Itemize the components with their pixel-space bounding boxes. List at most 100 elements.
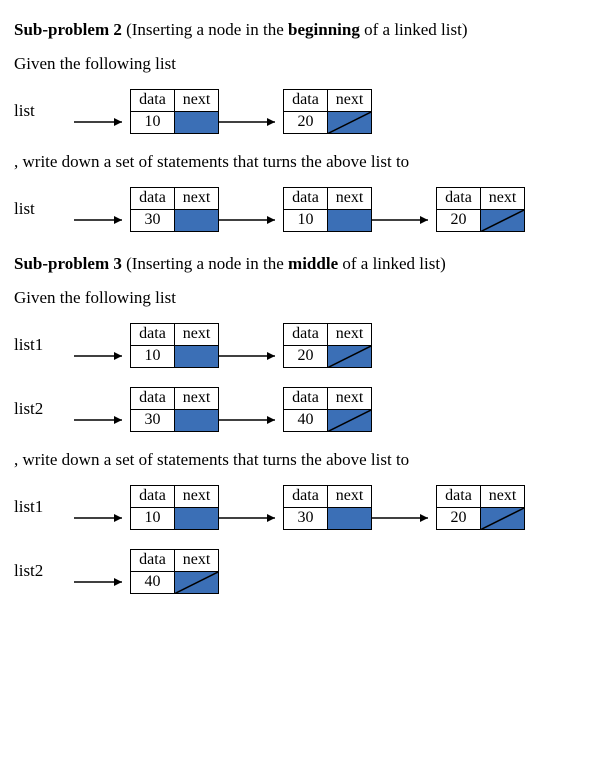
node-next-label: next bbox=[328, 89, 372, 111]
linked-list-node: datanext 10 bbox=[130, 323, 219, 368]
node-next-label: next bbox=[175, 187, 219, 209]
node-next-pointer bbox=[175, 409, 219, 431]
subproblem3-title-close: of a linked list) bbox=[338, 254, 446, 273]
subproblem3-transition: , write down a set of statements that tu… bbox=[14, 450, 579, 470]
node-data-label: data bbox=[284, 187, 328, 209]
linked-list-node: datanext 20 bbox=[436, 485, 525, 530]
linked-list-node: datanext 10 bbox=[283, 187, 372, 232]
node-data-value: 10 bbox=[131, 345, 175, 367]
arrow-icon bbox=[70, 548, 130, 594]
arrow-icon bbox=[70, 322, 130, 368]
node-data-label: data bbox=[284, 323, 328, 345]
node-next-label: next bbox=[175, 549, 219, 571]
linked-list-node: datanext 30 bbox=[130, 387, 219, 432]
subproblem3-title-prefix: Sub-problem 3 bbox=[14, 254, 122, 273]
node-next-label: next bbox=[328, 187, 372, 209]
linked-list-node: datanext 30 bbox=[283, 485, 372, 530]
node-data-value: 20 bbox=[284, 111, 328, 133]
node-data-value: 30 bbox=[284, 507, 328, 529]
node-data-value: 10 bbox=[131, 111, 175, 133]
node-next-null bbox=[328, 409, 372, 431]
node-next-label: next bbox=[328, 485, 372, 507]
node-data-label: data bbox=[437, 485, 481, 507]
node-data-label: data bbox=[131, 549, 175, 571]
sp2-before-diagram: list datanext 10 datanext 20 bbox=[14, 88, 579, 134]
node-next-pointer bbox=[175, 345, 219, 367]
node-next-label: next bbox=[328, 387, 372, 409]
sp3-after-list1-diagram: list1 datanext 10 datanext 30 datanext 2… bbox=[14, 484, 579, 530]
subproblem2-transition: , write down a set of statements that tu… bbox=[14, 152, 579, 172]
node-data-value: 10 bbox=[284, 209, 328, 231]
linked-list-node: datanext 20 bbox=[283, 89, 372, 134]
node-data-value: 20 bbox=[437, 507, 481, 529]
node-next-null bbox=[175, 571, 219, 593]
node-data-label: data bbox=[131, 387, 175, 409]
linked-list-node: datanext 20 bbox=[283, 323, 372, 368]
node-data-value: 20 bbox=[437, 209, 481, 231]
node-next-label: next bbox=[481, 485, 525, 507]
list-label: list1 bbox=[14, 335, 66, 355]
subproblem3-title-open: (Inserting a node in the bbox=[122, 254, 288, 273]
linked-list-node: datanext 30 bbox=[130, 187, 219, 232]
list-label: list bbox=[14, 101, 66, 121]
node-next-label: next bbox=[175, 89, 219, 111]
subproblem2-title-bold: beginning bbox=[288, 20, 360, 39]
subproblem2-title-close: of a linked list) bbox=[360, 20, 468, 39]
sp3-before-list1-diagram: list1 datanext 10 datanext 20 bbox=[14, 322, 579, 368]
node-next-null bbox=[328, 345, 372, 367]
arrow-icon bbox=[70, 88, 130, 134]
arrow-icon bbox=[70, 386, 130, 432]
subproblem2-title-prefix: Sub-problem 2 bbox=[14, 20, 122, 39]
arrow-icon bbox=[219, 322, 283, 368]
node-data-label: data bbox=[131, 89, 175, 111]
node-data-label: data bbox=[131, 485, 175, 507]
node-next-pointer bbox=[175, 111, 219, 133]
node-next-null bbox=[481, 209, 525, 231]
arrow-icon bbox=[70, 484, 130, 530]
arrow-icon bbox=[219, 386, 283, 432]
node-next-pointer bbox=[328, 507, 372, 529]
node-data-value: 10 bbox=[131, 507, 175, 529]
node-data-value: 30 bbox=[131, 209, 175, 231]
sp3-after-list2-diagram: list2 datanext 40 bbox=[14, 548, 579, 594]
node-data-label: data bbox=[437, 187, 481, 209]
node-next-label: next bbox=[481, 187, 525, 209]
arrow-icon bbox=[70, 186, 130, 232]
node-next-null bbox=[481, 507, 525, 529]
sp2-after-diagram: list datanext 30 datanext 10 datanext 20 bbox=[14, 186, 579, 232]
list-label: list2 bbox=[14, 399, 66, 419]
node-data-label: data bbox=[284, 89, 328, 111]
list-label: list2 bbox=[14, 561, 66, 581]
subproblem3-title-bold: middle bbox=[288, 254, 338, 273]
list-label: list bbox=[14, 199, 66, 219]
subproblem3-heading: Sub-problem 3 (Inserting a node in the m… bbox=[14, 254, 579, 274]
node-data-value: 20 bbox=[284, 345, 328, 367]
arrow-icon bbox=[219, 186, 283, 232]
node-data-value: 40 bbox=[131, 571, 175, 593]
node-next-null bbox=[328, 111, 372, 133]
node-data-value: 30 bbox=[131, 409, 175, 431]
linked-list-node: datanext 40 bbox=[130, 549, 219, 594]
arrow-icon bbox=[372, 484, 436, 530]
arrow-icon bbox=[219, 484, 283, 530]
list-label: list1 bbox=[14, 497, 66, 517]
node-next-pointer bbox=[175, 209, 219, 231]
linked-list-node: datanext 10 bbox=[130, 89, 219, 134]
node-data-label: data bbox=[131, 187, 175, 209]
subproblem2-heading: Sub-problem 2 (Inserting a node in the b… bbox=[14, 20, 579, 40]
node-data-value: 40 bbox=[284, 409, 328, 431]
sp3-before-list2-diagram: list2 datanext 30 datanext 40 bbox=[14, 386, 579, 432]
linked-list-node: datanext 40 bbox=[283, 387, 372, 432]
node-next-label: next bbox=[175, 485, 219, 507]
node-next-pointer bbox=[328, 209, 372, 231]
node-next-label: next bbox=[175, 387, 219, 409]
arrow-icon bbox=[219, 88, 283, 134]
linked-list-node: datanext 20 bbox=[436, 187, 525, 232]
arrow-icon bbox=[372, 186, 436, 232]
node-data-label: data bbox=[131, 323, 175, 345]
node-next-label: next bbox=[175, 323, 219, 345]
subproblem2-title-open: (Inserting a node in the bbox=[122, 20, 288, 39]
node-next-label: next bbox=[328, 323, 372, 345]
node-next-pointer bbox=[175, 507, 219, 529]
subproblem2-given: Given the following list bbox=[14, 54, 579, 74]
